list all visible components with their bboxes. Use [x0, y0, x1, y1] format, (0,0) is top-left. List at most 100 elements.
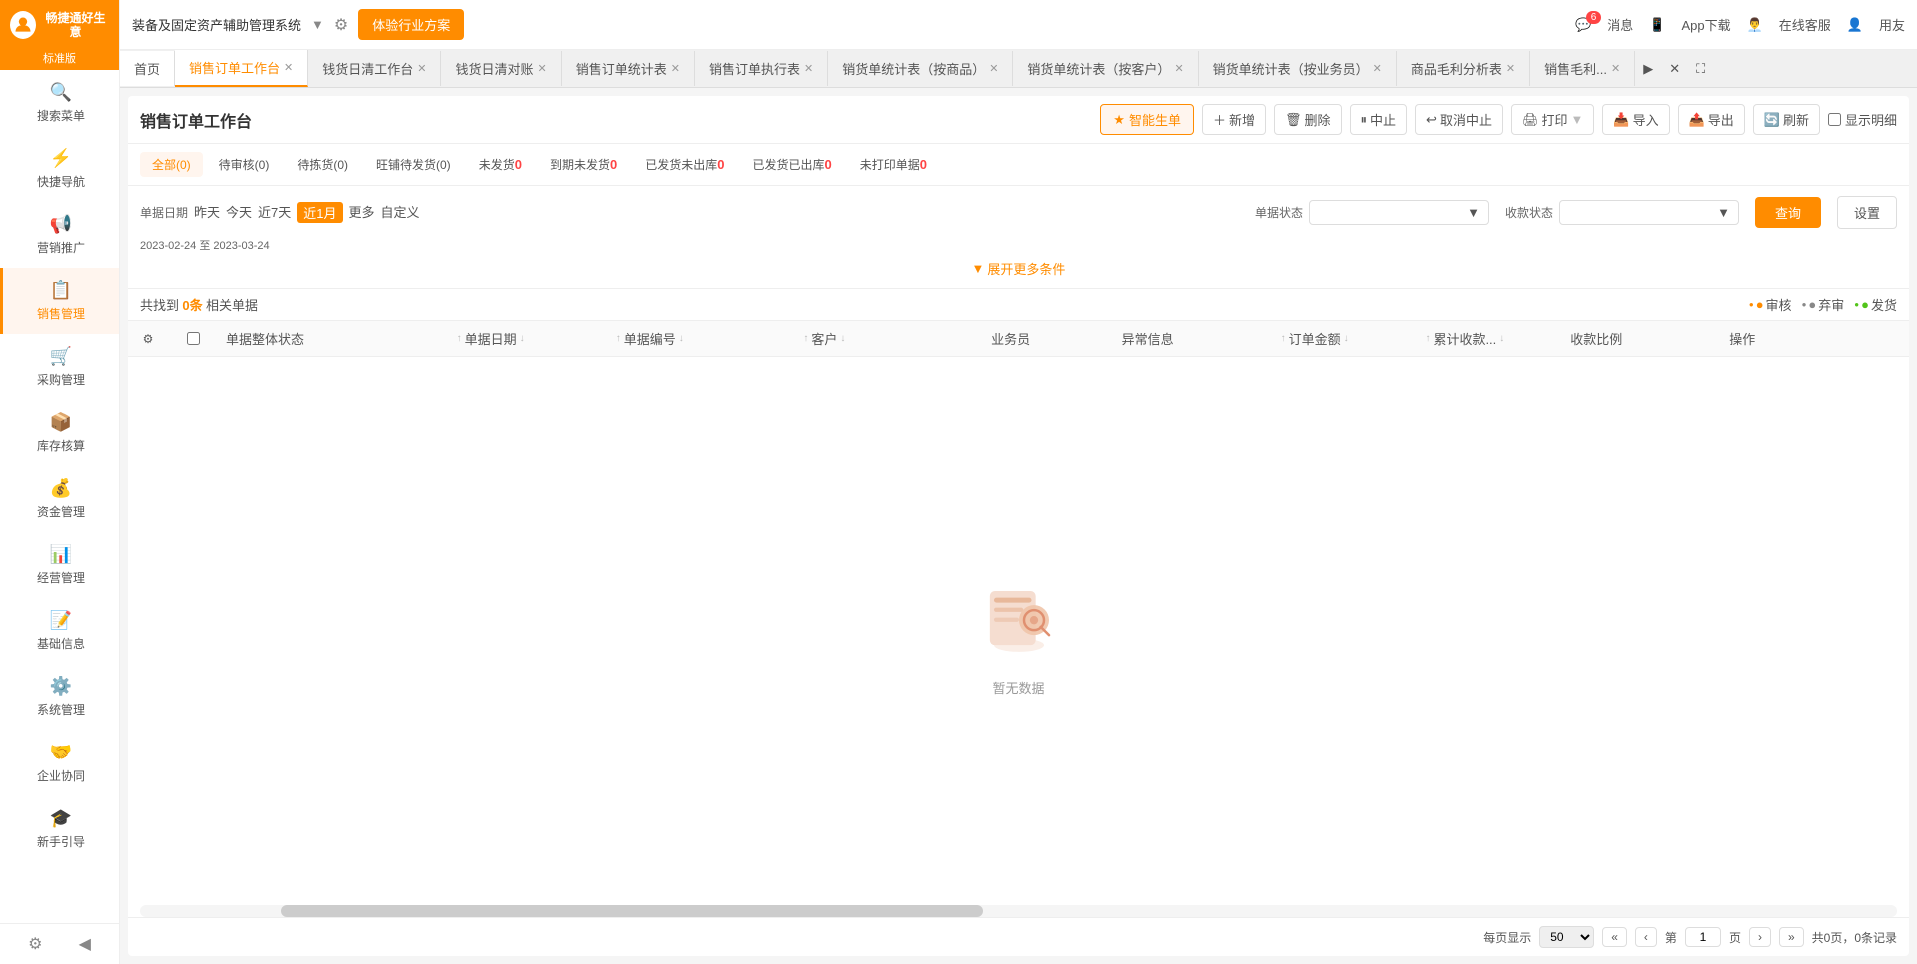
sidebar-item-system[interactable]: ⚙️ 系统管理	[0, 664, 119, 730]
app-download-label[interactable]: App下载	[1681, 15, 1730, 34]
tab-close-icon[interactable]: ✕	[284, 61, 293, 74]
subtab-shipped-not-out[interactable]: 已发货未出库0	[633, 152, 736, 177]
th-settings[interactable]: ⚙	[128, 321, 168, 356]
date-custom[interactable]: 自定义	[381, 202, 420, 223]
audit-action[interactable]: ● 审核	[1749, 295, 1792, 314]
tab-sales-stats[interactable]: 销售订单统计表 ✕	[562, 51, 695, 86]
payment-select[interactable]: ▼	[1559, 200, 1739, 225]
th-date[interactable]: ↑ 单据日期 ↓	[449, 321, 608, 356]
subtab-wangpu-pending[interactable]: 旺铺待发货(0)	[364, 152, 463, 177]
show-detail-checkbox[interactable]	[1828, 113, 1841, 126]
sidebar-item-marketing[interactable]: 📢 营销推广	[0, 202, 119, 268]
prev-page-button[interactable]: ‹	[1635, 927, 1657, 947]
tab-cash-account[interactable]: 钱货日清对账 ✕	[441, 51, 561, 86]
th-customer[interactable]: ↑ 客户 ↓	[795, 321, 983, 356]
expand-conditions-button[interactable]: ▼ 展开更多条件	[972, 259, 1066, 278]
tab-sales-more[interactable]: 销售毛利... ✕	[1530, 51, 1635, 86]
query-button[interactable]: 查询	[1755, 197, 1821, 228]
tab-sales-by-staff[interactable]: 销货单统计表（按业务员） ✕	[1199, 51, 1397, 86]
subtab-shipped-out[interactable]: 已发货已出库0	[740, 152, 843, 177]
date-yesterday[interactable]: 昨天	[194, 202, 220, 223]
select-all-checkbox[interactable]	[187, 332, 200, 345]
next-page-button[interactable]: ›	[1749, 927, 1771, 947]
sidebar-item-guide[interactable]: 🎓 新手引导	[0, 796, 119, 862]
subtab-all[interactable]: 全部(0)	[140, 152, 203, 177]
date-7days[interactable]: 近7天	[258, 202, 291, 223]
subtab-not-printed[interactable]: 未打印单据0	[848, 152, 939, 177]
delete-button[interactable]: 🗑 删除	[1274, 104, 1342, 135]
sidebar-item-inventory[interactable]: 📦 库存核算	[0, 400, 119, 466]
th-check[interactable]	[168, 321, 218, 356]
tab-close-icon[interactable]: ✕	[1611, 62, 1620, 75]
th-collected[interactable]: ↑ 累计收款... ↓	[1417, 321, 1562, 356]
online-service-label[interactable]: 在线客服	[1779, 15, 1831, 34]
cancel-audit-action[interactable]: ● 弃审	[1802, 295, 1845, 314]
tab-close-icon[interactable]: ✕	[671, 62, 680, 75]
add-button[interactable]: ＋ 新增	[1202, 104, 1266, 135]
subtab-pending-review[interactable]: 待审核(0)	[207, 152, 282, 177]
online-service-icon[interactable]: 👨‍💼	[1747, 17, 1763, 33]
print-button[interactable]: 🖨 打印 ▼	[1511, 104, 1594, 135]
last-page-button[interactable]: »	[1779, 927, 1804, 947]
th-num[interactable]: ↑ 单据编号 ↓	[608, 321, 796, 356]
tab-sales-by-product[interactable]: 销货单统计表（按商品） ✕	[828, 51, 1013, 86]
tab-close-icon[interactable]: ✕	[417, 62, 426, 75]
show-detail-checkbox-label[interactable]: 显示明细	[1828, 110, 1897, 129]
sidebar-item-enterprise[interactable]: 🤝 企业协同	[0, 730, 119, 796]
first-page-button[interactable]: «	[1602, 927, 1627, 947]
th-ratio[interactable]: 收款比例	[1562, 321, 1721, 356]
subtab-pending-inspect[interactable]: 待拣货(0)	[285, 152, 360, 177]
tab-home[interactable]: 首页	[120, 51, 175, 86]
message-icon[interactable]: 💬 6	[1575, 17, 1591, 33]
refresh-button[interactable]: 🔄 刷新	[1753, 104, 1820, 135]
sidebar-item-quicknav[interactable]: ⚡ 快捷导航	[0, 136, 119, 202]
tab-cash-daily[interactable]: 钱货日清工作台 ✕	[308, 51, 441, 86]
import-button[interactable]: 📥 导入	[1602, 104, 1669, 135]
sidebar-item-sales[interactable]: 📋 销售管理	[0, 268, 119, 334]
sidebar-item-finance[interactable]: 💰 资金管理	[0, 466, 119, 532]
tab-sales-by-customer[interactable]: 销货单统计表（按客户） ✕	[1013, 51, 1198, 86]
tab-sales-exec[interactable]: 销售订单执行表 ✕	[695, 51, 828, 86]
user-label[interactable]: 用友	[1879, 15, 1905, 34]
sidebar-item-basic[interactable]: 📝 基础信息	[0, 598, 119, 664]
th-amount[interactable]: ↑ 订单金额 ↓	[1273, 321, 1418, 356]
tab-close-all-button[interactable]: ✕	[1661, 53, 1688, 85]
tab-close-icon[interactable]: ✕	[1506, 62, 1515, 75]
deliver-action[interactable]: ● 发货	[1854, 295, 1897, 314]
tab-close-icon[interactable]: ✕	[804, 62, 813, 75]
horizontal-scrollbar[interactable]	[140, 905, 1897, 917]
status-select[interactable]: ▼	[1309, 200, 1489, 225]
date-today[interactable]: 今天	[226, 202, 252, 223]
dropdown-icon[interactable]: ▼	[311, 17, 324, 32]
tab-expand-button[interactable]: ⛶	[1688, 53, 1713, 85]
date-more[interactable]: 更多	[349, 202, 375, 223]
tab-close-icon[interactable]: ✕	[538, 62, 547, 75]
tab-sales-workbench[interactable]: 销售订单工作台 ✕	[175, 50, 308, 87]
cancel-pause-button[interactable]: ↩ 取消中止	[1415, 104, 1503, 135]
tab-close-icon[interactable]: ✕	[1373, 62, 1382, 75]
smart-btn[interactable]: ★ 智能生单	[1100, 104, 1194, 135]
trial-button[interactable]: 体验行业方案	[358, 9, 464, 40]
app-download-icon[interactable]: 📱	[1649, 17, 1665, 33]
subtab-not-shipped[interactable]: 未发货0	[467, 152, 534, 177]
export-button[interactable]: 📤 导出	[1678, 104, 1745, 135]
per-page-select[interactable]: 20 50 100	[1539, 926, 1594, 948]
sidebar-item-purchase[interactable]: 🛒 采购管理	[0, 334, 119, 400]
page-input[interactable]	[1685, 927, 1721, 947]
subtab-overdue-not-shipped[interactable]: 到期未发货0	[538, 152, 629, 177]
th-error[interactable]: 异常信息	[1114, 321, 1273, 356]
settings-icon[interactable]: ⚙	[28, 934, 42, 954]
tab-gross-profit[interactable]: 商品毛利分析表 ✕	[1397, 51, 1530, 86]
sidebar-item-operations[interactable]: 📊 经营管理	[0, 532, 119, 598]
settings-gear-icon[interactable]: ⚙	[334, 15, 348, 35]
tab-close-icon[interactable]: ✕	[989, 62, 998, 75]
scrollbar-thumb[interactable]	[281, 905, 984, 917]
tab-close-icon[interactable]: ✕	[1174, 62, 1183, 75]
set-button[interactable]: 设置	[1837, 196, 1897, 229]
sidebar-item-search[interactable]: 🔍 搜索菜单	[0, 70, 119, 136]
collapse-icon[interactable]: ◀	[79, 934, 91, 954]
date-1month[interactable]: 近1月	[297, 202, 342, 223]
pause-button[interactable]: ⏸ 中止	[1350, 104, 1408, 135]
th-status[interactable]: 单据整体状态	[218, 321, 449, 356]
tab-more-button[interactable]: ▶	[1635, 53, 1661, 85]
